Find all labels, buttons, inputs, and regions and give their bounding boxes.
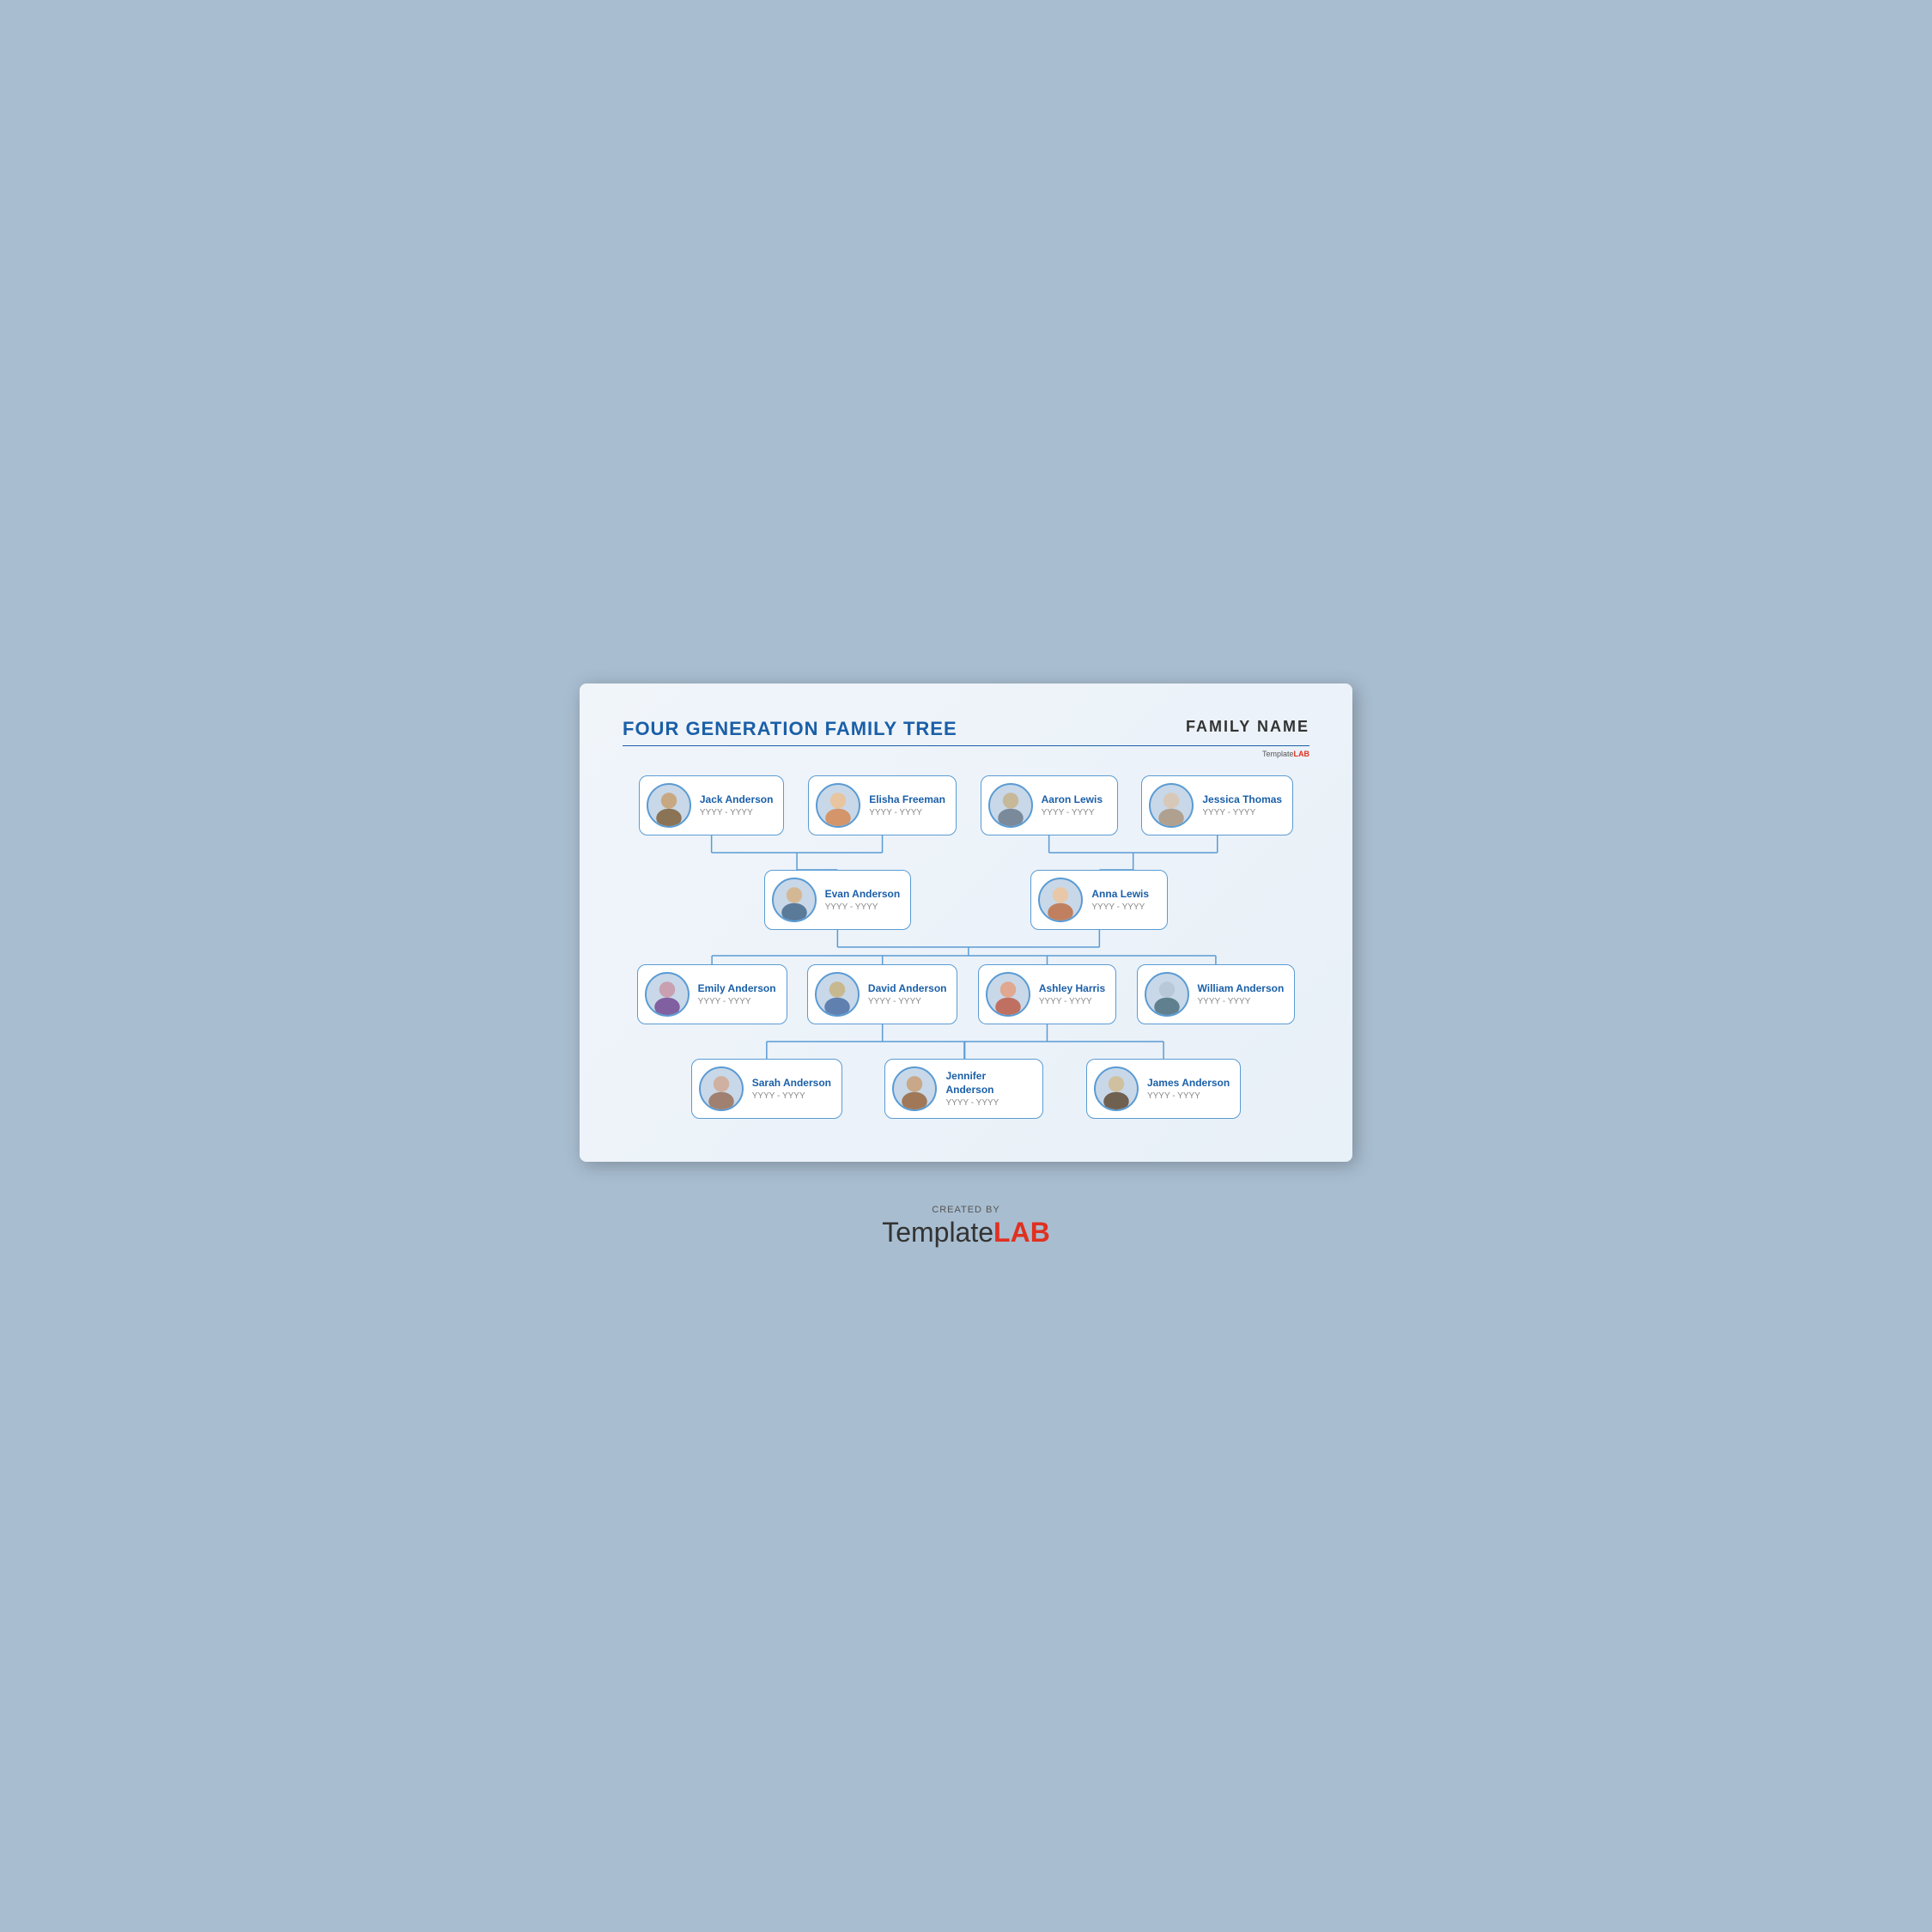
generation-3: Emily Anderson YYYY - YYYY David Anderso… [623, 964, 1309, 1024]
avatar-elisha [816, 783, 860, 828]
person-info-aaron: Aaron Lewis YYYY - YYYY [1042, 793, 1103, 818]
person-name-elisha: Elisha Freeman [869, 793, 945, 807]
spacer-gen3-gen4 [623, 1024, 1309, 1059]
spacer-gen1-gen2 [623, 835, 1309, 870]
document-title: FOUR GENERATION FAMILY TREE [623, 718, 957, 740]
person-david-anderson: David Anderson YYYY - YYYY [807, 964, 958, 1024]
family-name-label: FAMILY NAME [1186, 718, 1309, 736]
avatar-aaron [988, 783, 1033, 828]
generation-4: Sarah Anderson YYYY - YYYY Jennifer Ande… [623, 1059, 1309, 1119]
person-info-jennifer: Jennifer Anderson YYYY - YYYY [945, 1070, 1032, 1108]
person-dates-jennifer: YYYY - YYYY [945, 1098, 1032, 1108]
person-elisha-freeman: Elisha Freeman YYYY - YYYY [808, 775, 957, 835]
avatar-jack [647, 783, 691, 828]
person-dates-emily: YYYY - YYYY [698, 997, 776, 1006]
person-ashley-harris: Ashley Harris YYYY - YYYY [978, 964, 1116, 1024]
person-dates-elisha: YYYY - YYYY [869, 808, 945, 817]
person-dates-david: YYYY - YYYY [868, 997, 947, 1006]
person-info-anna: Anna Lewis YYYY - YYYY [1091, 888, 1149, 913]
person-dates-evan: YYYY - YYYY [825, 902, 901, 912]
avatar-emily [645, 972, 690, 1017]
spacer-gen2-gen3 [623, 930, 1309, 964]
document-header: FOUR GENERATION FAMILY TREE FAMILY NAME [623, 718, 1309, 740]
person-name-william: William Anderson [1198, 982, 1285, 996]
person-name-evan: Evan Anderson [825, 888, 901, 902]
person-william-anderson: William Anderson YYYY - YYYY [1137, 964, 1296, 1024]
person-name-david: David Anderson [868, 982, 947, 996]
person-info-jack: Jack Anderson YYYY - YYYY [700, 793, 774, 818]
templatelab-accent: LAB [1294, 750, 1310, 758]
person-james-anderson: James Anderson YYYY - YYYY [1086, 1059, 1241, 1119]
avatar-sarah [699, 1066, 744, 1111]
document: FOUR GENERATION FAMILY TREE FAMILY NAME … [580, 683, 1352, 1162]
person-aaron-lewis: Aaron Lewis YYYY - YYYY [981, 775, 1118, 835]
person-emily-anderson: Emily Anderson YYYY - YYYY [637, 964, 787, 1024]
person-info-jessica: Jessica Thomas YYYY - YYYY [1202, 793, 1282, 818]
person-jessica-thomas: Jessica Thomas YYYY - YYYY [1141, 775, 1293, 835]
templatelab-watermark: TemplateLAB [623, 750, 1309, 758]
person-info-evan: Evan Anderson YYYY - YYYY [825, 888, 901, 913]
avatar-james [1094, 1066, 1139, 1111]
person-name-emily: Emily Anderson [698, 982, 776, 996]
person-dates-ashley: YYYY - YYYY [1039, 997, 1105, 1006]
header-divider [623, 745, 1309, 746]
person-name-jessica: Jessica Thomas [1202, 793, 1282, 807]
person-name-sarah: Sarah Anderson [752, 1077, 831, 1091]
person-name-anna: Anna Lewis [1091, 888, 1149, 902]
person-info-james: James Anderson YYYY - YYYY [1147, 1077, 1230, 1102]
avatar-anna [1038, 878, 1083, 922]
created-by-label: CREATED BY [882, 1205, 1050, 1215]
person-info-david: David Anderson YYYY - YYYY [868, 982, 947, 1007]
person-dates-jessica: YYYY - YYYY [1202, 808, 1282, 817]
person-jack-anderson: Jack Anderson YYYY - YYYY [639, 775, 785, 835]
person-name-jack: Jack Anderson [700, 793, 774, 807]
generation-1: Jack Anderson YYYY - YYYY Elisha Freeman… [623, 775, 1309, 835]
brand-lab: LAB [993, 1217, 1050, 1248]
avatar-evan [772, 878, 817, 922]
brand-template: Template [882, 1217, 993, 1248]
person-evan-anderson: Evan Anderson YYYY - YYYY [764, 870, 912, 930]
person-info-elisha: Elisha Freeman YYYY - YYYY [869, 793, 945, 818]
person-name-jennifer: Jennifer Anderson [945, 1070, 1032, 1097]
person-dates-anna: YYYY - YYYY [1091, 902, 1149, 912]
person-name-ashley: Ashley Harris [1039, 982, 1105, 996]
person-info-ashley: Ashley Harris YYYY - YYYY [1039, 982, 1105, 1007]
person-sarah-anderson: Sarah Anderson YYYY - YYYY [691, 1059, 842, 1119]
person-dates-james: YYYY - YYYY [1147, 1091, 1230, 1101]
person-dates-aaron: YYYY - YYYY [1042, 808, 1103, 817]
family-tree: Jack Anderson YYYY - YYYY Elisha Freeman… [623, 775, 1309, 1119]
person-name-james: James Anderson [1147, 1077, 1230, 1091]
avatar-jessica [1149, 783, 1194, 828]
person-info-emily: Emily Anderson YYYY - YYYY [698, 982, 776, 1007]
person-dates-sarah: YYYY - YYYY [752, 1091, 831, 1101]
avatar-ashley [986, 972, 1030, 1017]
person-name-aaron: Aaron Lewis [1042, 793, 1103, 807]
person-info-william: William Anderson YYYY - YYYY [1198, 982, 1285, 1007]
person-dates-william: YYYY - YYYY [1198, 997, 1285, 1006]
person-dates-jack: YYYY - YYYY [700, 808, 774, 817]
bottom-branding: CREATED BY TemplateLAB [882, 1205, 1050, 1249]
avatar-william [1145, 972, 1189, 1017]
avatar-jennifer [892, 1066, 937, 1111]
person-info-sarah: Sarah Anderson YYYY - YYYY [752, 1077, 831, 1102]
generation-2: Evan Anderson YYYY - YYYY Anna Lewis YYY… [623, 870, 1309, 930]
brand-name: TemplateLAB [882, 1217, 1050, 1249]
person-anna-lewis: Anna Lewis YYYY - YYYY [1030, 870, 1168, 930]
avatar-david [815, 972, 860, 1017]
person-jennifer-anderson: Jennifer Anderson YYYY - YYYY [884, 1059, 1043, 1119]
